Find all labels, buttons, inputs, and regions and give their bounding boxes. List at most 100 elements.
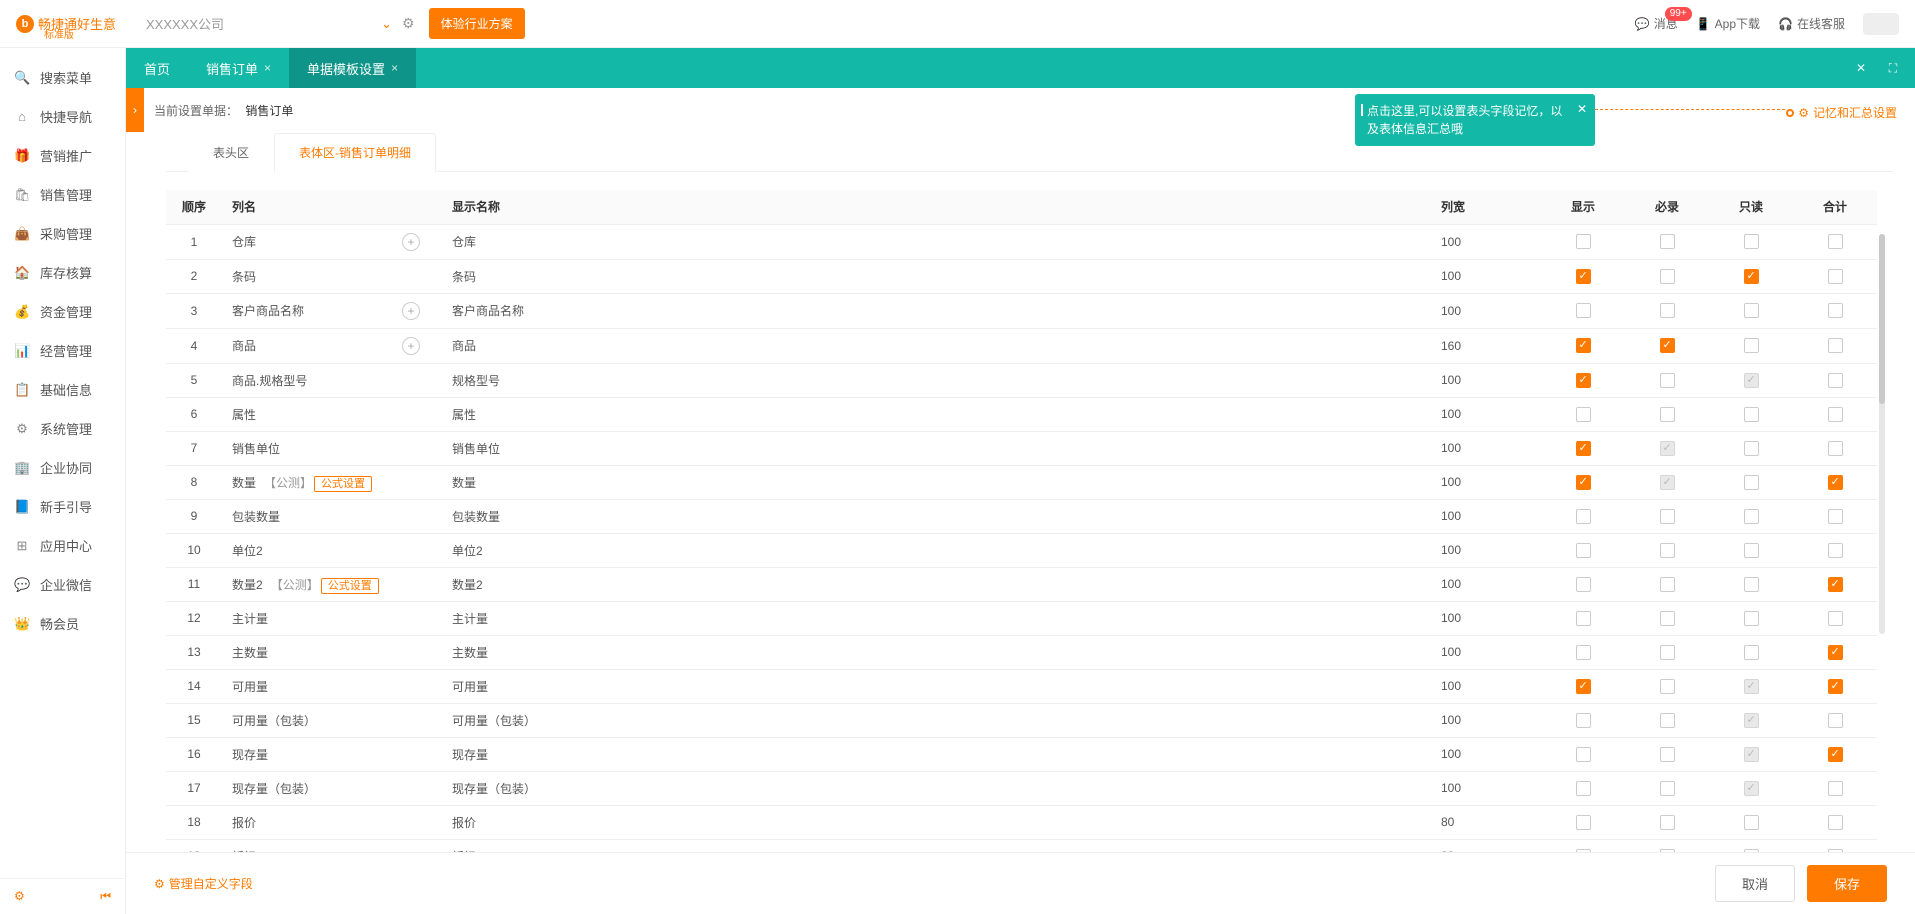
settings-icon[interactable]: ⚙	[402, 15, 415, 32]
checkbox[interactable]	[1576, 234, 1591, 249]
checkbox[interactable]	[1660, 373, 1675, 388]
checkbox[interactable]	[1660, 577, 1675, 592]
row-display[interactable]: 条码	[442, 259, 1431, 293]
checkbox[interactable]	[1576, 338, 1591, 353]
row-display[interactable]: 单位2	[442, 533, 1431, 567]
checkbox[interactable]	[1576, 303, 1591, 318]
checkbox[interactable]	[1576, 781, 1591, 796]
row-width[interactable]: 100	[1431, 771, 1541, 805]
customer-service-link[interactable]: 🎧 在线客服	[1778, 15, 1845, 32]
row-display[interactable]: 现存量（包装）	[442, 771, 1431, 805]
checkbox[interactable]	[1828, 303, 1843, 318]
sidebar-collapse-icon[interactable]: ⏮	[100, 889, 111, 904]
checkbox[interactable]	[1576, 849, 1591, 852]
row-display[interactable]: 折扣%	[442, 839, 1431, 852]
row-width[interactable]: 100	[1431, 431, 1541, 465]
scrollbar-thumb[interactable]	[1879, 234, 1885, 404]
row-width[interactable]: 100	[1431, 293, 1541, 328]
checkbox[interactable]	[1828, 373, 1843, 388]
checkbox[interactable]	[1744, 234, 1759, 249]
row-width[interactable]: 100	[1431, 669, 1541, 703]
row-width[interactable]: 100	[1431, 397, 1541, 431]
checkbox[interactable]	[1660, 713, 1675, 728]
sidebar-item-11[interactable]: 📘新手引导	[0, 487, 125, 526]
sidebar-item-10[interactable]: 🏢企业协同	[0, 448, 125, 487]
sidebar-item-7[interactable]: 📊经营管理	[0, 331, 125, 370]
row-display[interactable]: 包装数量	[442, 499, 1431, 533]
row-width[interactable]: 100	[1431, 533, 1541, 567]
hint-close-icon[interactable]: ✕	[1577, 100, 1587, 118]
add-icon[interactable]: +	[402, 337, 420, 355]
checkbox[interactable]	[1828, 543, 1843, 558]
checkbox[interactable]	[1660, 234, 1675, 249]
sidebar-item-14[interactable]: 👑畅会员	[0, 604, 125, 643]
checkbox[interactable]	[1660, 611, 1675, 626]
sidebar-settings-icon[interactable]: ⚙	[14, 889, 25, 904]
checkbox[interactable]	[1828, 338, 1843, 353]
row-width[interactable]: 100	[1431, 499, 1541, 533]
add-icon[interactable]: +	[402, 302, 420, 320]
row-display[interactable]: 销售单位	[442, 431, 1431, 465]
checkbox[interactable]	[1744, 475, 1759, 490]
row-width[interactable]: 80	[1431, 805, 1541, 839]
row-width[interactable]: 100	[1431, 567, 1541, 601]
grid-scroll[interactable]: 顺序 列名 显示名称 列宽 显示 必录 只读 合计 1仓库+仓库1002条码条码…	[166, 190, 1887, 852]
checkbox[interactable]	[1576, 815, 1591, 830]
checkbox[interactable]	[1744, 611, 1759, 626]
row-width[interactable]: 80	[1431, 839, 1541, 852]
checkbox[interactable]	[1828, 747, 1843, 762]
cancel-button[interactable]: 取消	[1715, 865, 1795, 902]
manage-custom-fields-link[interactable]: ⚙ 管理自定义字段	[154, 875, 253, 892]
checkbox[interactable]	[1660, 781, 1675, 796]
checkbox[interactable]	[1744, 509, 1759, 524]
row-display[interactable]: 仓库	[442, 224, 1431, 259]
user-avatar[interactable]	[1863, 13, 1899, 35]
checkbox[interactable]	[1744, 269, 1759, 284]
row-width[interactable]: 100	[1431, 635, 1541, 669]
sidebar-item-0[interactable]: 🔍搜索菜单	[0, 58, 125, 97]
checkbox[interactable]	[1828, 611, 1843, 626]
checkbox[interactable]	[1660, 543, 1675, 558]
checkbox[interactable]	[1660, 747, 1675, 762]
tab-close-icon[interactable]: ×	[264, 61, 271, 75]
checkbox[interactable]	[1576, 269, 1591, 284]
checkbox[interactable]	[1744, 543, 1759, 558]
checkbox[interactable]	[1576, 543, 1591, 558]
main-tab-0[interactable]: 首页	[126, 48, 188, 88]
tab-close-all-icon[interactable]: ✕	[1847, 54, 1875, 82]
checkbox[interactable]	[1828, 475, 1843, 490]
app-download-link[interactable]: 📱 App下载	[1696, 15, 1760, 32]
section-tab-1[interactable]: 表体区-销售订单明细	[274, 133, 436, 172]
sidebar-item-5[interactable]: 🏠库存核算	[0, 253, 125, 292]
checkbox[interactable]	[1576, 645, 1591, 660]
sidebar-item-2[interactable]: 🎁营销推广	[0, 136, 125, 175]
checkbox[interactable]	[1576, 747, 1591, 762]
checkbox[interactable]	[1660, 509, 1675, 524]
checkbox[interactable]	[1744, 815, 1759, 830]
checkbox[interactable]	[1660, 303, 1675, 318]
checkbox[interactable]	[1660, 645, 1675, 660]
messages-link[interactable]: 💬 消息 99+	[1635, 15, 1678, 32]
checkbox[interactable]	[1744, 441, 1759, 456]
checkbox[interactable]	[1828, 781, 1843, 796]
checkbox[interactable]	[1828, 509, 1843, 524]
sidebar-item-13[interactable]: 💬企业微信	[0, 565, 125, 604]
company-select[interactable]: XXXXXX公司 ⌄	[146, 14, 396, 33]
checkbox[interactable]	[1828, 645, 1843, 660]
sidebar-item-4[interactable]: 👜采购管理	[0, 214, 125, 253]
checkbox[interactable]	[1576, 475, 1591, 490]
sidebar-item-12[interactable]: ⊞应用中心	[0, 526, 125, 565]
save-button[interactable]: 保存	[1807, 865, 1887, 902]
sidebar-item-9[interactable]: ⚙系统管理	[0, 409, 125, 448]
checkbox[interactable]	[1744, 849, 1759, 852]
checkbox[interactable]	[1576, 611, 1591, 626]
row-width[interactable]: 100	[1431, 363, 1541, 397]
row-display[interactable]: 主数量	[442, 635, 1431, 669]
add-icon[interactable]: +	[402, 233, 420, 251]
collapse-handle-icon[interactable]: ›	[126, 88, 144, 132]
checkbox[interactable]	[1828, 269, 1843, 284]
row-display[interactable]: 现存量	[442, 737, 1431, 771]
checkbox[interactable]	[1576, 373, 1591, 388]
formula-link[interactable]: 公式设置	[321, 578, 379, 594]
row-display[interactable]: 主计量	[442, 601, 1431, 635]
